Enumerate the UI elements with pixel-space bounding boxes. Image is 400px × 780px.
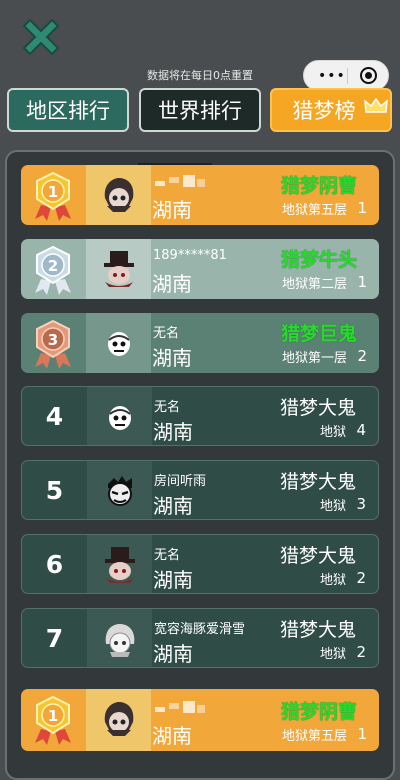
close-x-icon[interactable] bbox=[18, 16, 64, 62]
hunter-title: 猎梦阴曹 bbox=[280, 175, 357, 197]
leaderboard-row-2[interactable]: 2 189*****81 湖南 猎梦牛头 地狱第二层 1 bbox=[21, 239, 379, 299]
crown-icon bbox=[364, 98, 388, 113]
rank-number: 7 bbox=[45, 623, 64, 653]
avatar bbox=[109, 406, 131, 430]
player-name: 无名 bbox=[154, 400, 181, 415]
rank-number: 4 bbox=[45, 401, 64, 431]
player-region: 湖南 bbox=[152, 724, 192, 748]
hell-floor: 地狱第五层 bbox=[281, 203, 347, 218]
player-name: 189*****81 bbox=[153, 248, 227, 263]
hell-floor: 地狱 bbox=[319, 425, 346, 440]
hell-floor: 地狱 bbox=[319, 499, 346, 514]
leaderboard-row-5[interactable]: 5 房间听雨 湖南 猎梦大鬼 地狱 3 bbox=[21, 460, 379, 520]
medal-rank: 1 bbox=[48, 183, 58, 201]
more-dots-icon[interactable]: ••• bbox=[318, 69, 346, 83]
tab-label: 地区排行 bbox=[26, 99, 110, 123]
floor-count: 2 bbox=[356, 643, 366, 661]
leaderboard-row-6[interactable]: 6 无名 湖南 猎梦大鬼 地狱 2 bbox=[21, 534, 379, 594]
player-name-masked bbox=[155, 175, 205, 189]
floor-count: 1 bbox=[357, 199, 367, 217]
tab-world-ranking[interactable]: 世界排行 bbox=[139, 88, 261, 132]
player-region: 湖南 bbox=[152, 272, 192, 296]
hell-floor: 地狱 bbox=[319, 647, 346, 662]
player-name: 无名 bbox=[154, 548, 181, 563]
avatar bbox=[108, 332, 130, 356]
avatar bbox=[104, 251, 134, 287]
hunter-title: 猎梦大鬼 bbox=[279, 397, 356, 419]
avatar bbox=[108, 476, 132, 506]
player-region: 湖南 bbox=[153, 642, 193, 666]
rank-number: 5 bbox=[45, 475, 64, 505]
hunter-title: 猎梦牛头 bbox=[280, 249, 357, 271]
leaderboard-row-4[interactable]: 4 无名 湖南 猎梦大鬼 地狱 4 bbox=[21, 386, 379, 446]
player-region: 湖南 bbox=[153, 420, 193, 444]
medal-rank: 3 bbox=[48, 331, 58, 349]
floor-count: 2 bbox=[356, 569, 366, 587]
hell-floor: 地狱第五层 bbox=[281, 729, 347, 744]
avatar bbox=[105, 624, 135, 657]
mini-program-capsule: ••• bbox=[303, 60, 389, 91]
hunter-title: 猎梦阴曹 bbox=[280, 701, 357, 723]
hell-floor: 地狱 bbox=[319, 573, 346, 588]
floor-count: 3 bbox=[356, 495, 366, 513]
player-region: 湖南 bbox=[152, 346, 192, 370]
leaderboard-row-7[interactable]: 7 宽容海豚爱滑雪 湖南 猎梦大鬼 地狱 2 bbox=[21, 608, 379, 668]
floor-count: 2 bbox=[357, 347, 367, 365]
hunter-title: 猎梦大鬼 bbox=[279, 545, 356, 567]
hunter-title: 猎梦巨鬼 bbox=[280, 323, 357, 345]
avatar bbox=[104, 178, 134, 212]
player-name: 宽容海豚爱滑雪 bbox=[154, 622, 246, 637]
player-name: 房间听雨 bbox=[154, 474, 207, 489]
hell-floor: 地狱第二层 bbox=[281, 277, 347, 292]
hunter-title: 猎梦大鬼 bbox=[279, 619, 356, 641]
tab-region-ranking[interactable]: 地区排行 bbox=[7, 88, 129, 132]
medal-rank: 1 bbox=[48, 707, 58, 725]
player-region: 湖南 bbox=[152, 198, 192, 222]
hunter-title: 猎梦大鬼 bbox=[279, 471, 356, 493]
leaderboard-row-3[interactable]: 3 无名 湖南 猎梦巨鬼 地狱第一层 2 bbox=[21, 313, 379, 373]
floor-count: 4 bbox=[356, 421, 366, 439]
leaderboard-row-1[interactable]: 1 湖南 猎梦阴曹 地狱第五层 1 bbox=[21, 165, 379, 225]
target-circle-icon[interactable] bbox=[360, 67, 377, 84]
player-region: 湖南 bbox=[153, 494, 193, 518]
gold-medal-icon: 1 bbox=[35, 171, 71, 221]
hell-floor: 地狱第一层 bbox=[281, 351, 347, 366]
floor-count: 1 bbox=[357, 725, 367, 743]
tab-label: 猎梦榜 bbox=[292, 99, 356, 123]
avatar bbox=[105, 547, 135, 583]
player-region: 湖南 bbox=[153, 568, 193, 592]
medal-rank: 2 bbox=[48, 257, 58, 275]
tab-dream-hunt-board[interactable]: 猎梦榜 bbox=[270, 88, 392, 132]
floor-count: 1 bbox=[357, 273, 367, 291]
player-name: 无名 bbox=[153, 326, 180, 341]
my-rank-row[interactable]: 1 湖南 猎梦阴曹 地狱第五层 1 bbox=[21, 689, 379, 751]
silver-medal-icon: 2 bbox=[35, 245, 71, 295]
avatar bbox=[104, 702, 134, 736]
bronze-medal-icon: 3 bbox=[35, 319, 71, 369]
player-name-masked bbox=[155, 701, 205, 715]
capsule-divider bbox=[347, 68, 348, 84]
tab-label: 世界排行 bbox=[158, 99, 242, 123]
gold-medal-icon: 1 bbox=[35, 695, 71, 745]
rank-number: 6 bbox=[45, 549, 64, 579]
